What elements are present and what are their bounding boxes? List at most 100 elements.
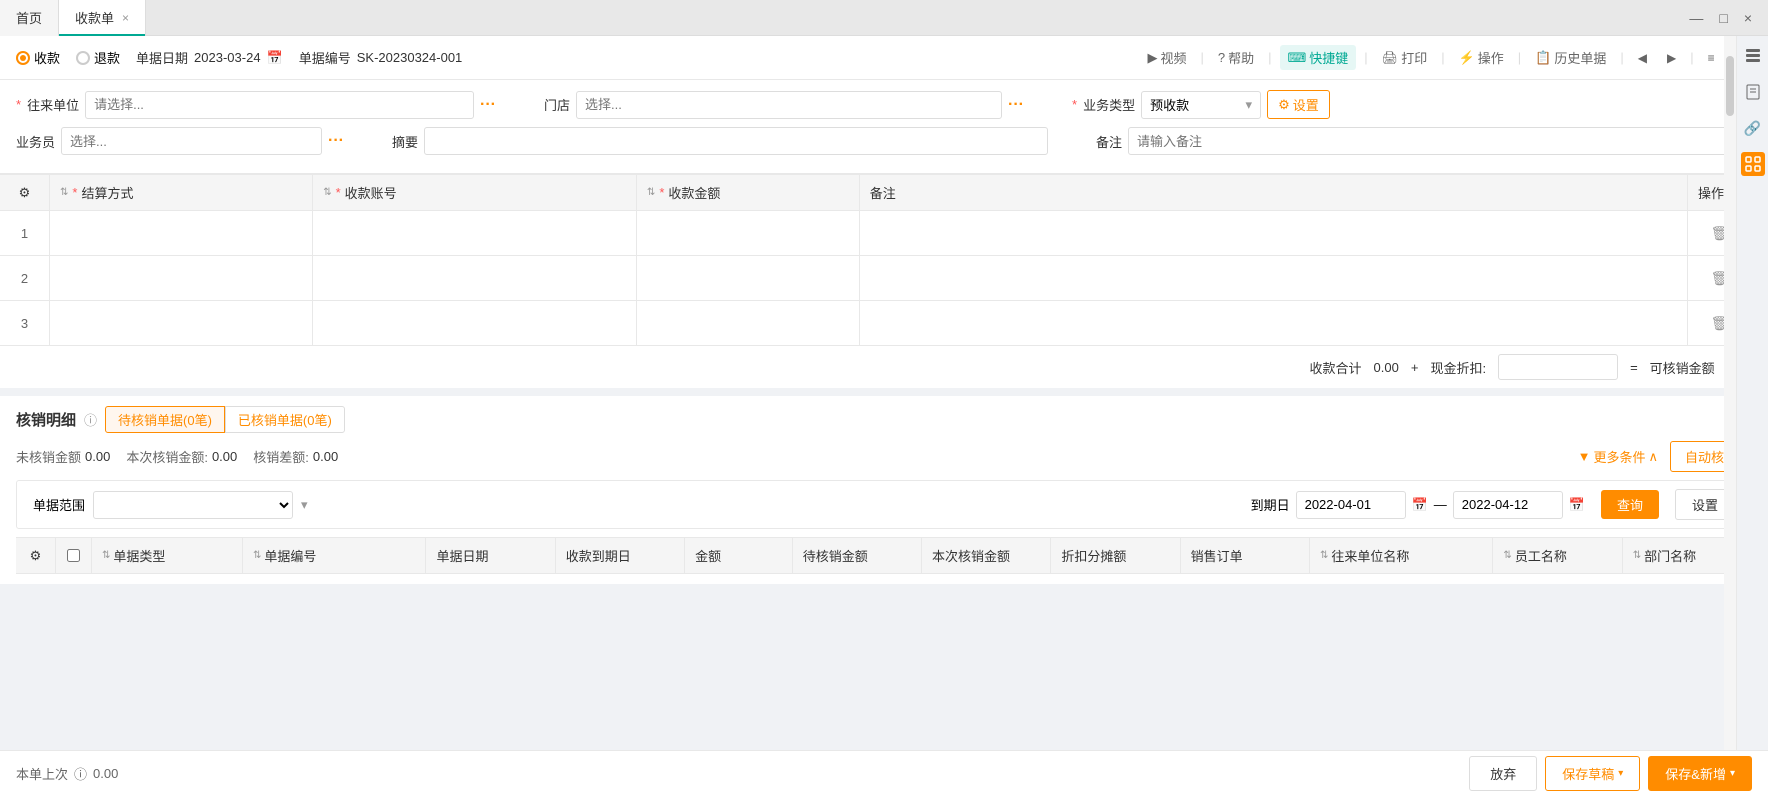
sidebar-scan-icon[interactable] (1741, 152, 1765, 176)
sidebar-doc-icon[interactable] (1741, 80, 1765, 104)
footer-info-icon[interactable]: ⓘ (74, 764, 87, 783)
notes-input[interactable] (1128, 127, 1752, 155)
print-btn[interactable]: 🖨 打印 (1376, 46, 1434, 69)
row-amount-3[interactable] (637, 301, 860, 345)
counterpart-input[interactable] (85, 91, 474, 119)
business-type-value: 预收款 (1150, 95, 1189, 114)
row-remarks-3[interactable] (860, 301, 1688, 345)
calendar-icon[interactable]: 📅 (267, 50, 283, 66)
tab-home[interactable]: 首页 (0, 0, 59, 36)
sep3: | (1364, 50, 1367, 65)
more-conditions-btn[interactable]: ▼ 更多条件 ∧ (1578, 447, 1658, 466)
form-settings-btn[interactable]: ⚙ 设置 (1267, 90, 1330, 119)
scrollbar-thumb[interactable] (1726, 56, 1734, 116)
range-select[interactable] (93, 491, 293, 519)
history-btn[interactable]: 📋 历史单据 (1529, 46, 1612, 69)
info-icon[interactable]: ⓘ (84, 410, 97, 429)
discount-input[interactable] (1498, 354, 1618, 380)
sidebar-table-icon[interactable] (1741, 44, 1765, 68)
business-type-select[interactable]: 预收款 ▾ (1141, 91, 1261, 119)
row-amount-2[interactable] (637, 256, 860, 300)
summary-field: 摘要 (392, 127, 1048, 155)
salesperson-more-btn[interactable]: ··· (328, 132, 344, 150)
store-field: 门店 ··· (544, 91, 1024, 119)
date-to-input[interactable] (1453, 491, 1563, 519)
date-label: 单据日期 (136, 48, 188, 67)
number-value: SK-20230324-001 (357, 50, 463, 65)
row-account-1[interactable] (313, 211, 637, 255)
payment-type-group: 收款 退款 (16, 48, 120, 67)
total-label: 收款合计 (1310, 358, 1362, 377)
pending-tab[interactable]: 待核销单据(0笔) (105, 406, 225, 433)
salesperson-label: 业务员 (16, 132, 55, 151)
radio-collection[interactable]: 收款 (16, 48, 60, 67)
row-remarks-1[interactable] (860, 211, 1688, 255)
row-settlement-3[interactable] (50, 301, 313, 345)
sep5: | (1518, 50, 1521, 65)
toolbar: 收款 退款 单据日期 2023-03-24 📅 单据编号 SK-20230324… (0, 36, 1768, 80)
radio-refund[interactable]: 退款 (76, 48, 120, 67)
th-settings[interactable]: ⚙ (0, 175, 50, 210)
bth-settings[interactable]: ⚙ (16, 538, 56, 573)
minimize-btn[interactable]: — (1685, 10, 1707, 26)
available-label: 可核销金额 (1650, 358, 1715, 377)
store-more-btn[interactable]: ··· (1008, 96, 1024, 114)
save-new-btn[interactable]: 保存&新增 ▾ (1648, 756, 1752, 791)
row-account-3[interactable] (313, 301, 637, 345)
sidebar-attach-icon[interactable]: 🔗 (1741, 116, 1765, 140)
video-btn[interactable]: ▶ 视频 (1141, 46, 1192, 69)
section-title: 核销明细 ⓘ 待核销单据(0笔) 已核销单据(0笔) (16, 406, 1752, 433)
row-settlement-2[interactable] (50, 256, 313, 300)
row-remarks-2[interactable] (860, 256, 1688, 300)
right-sidebar: 🔗 (1736, 36, 1768, 750)
row-settlement-1[interactable] (50, 211, 313, 255)
calendar-icon-from[interactable]: 📅 (1412, 497, 1428, 513)
maximize-btn[interactable]: □ (1715, 10, 1731, 26)
this-check-stat: 本次核销金额: 0.00 (126, 447, 237, 466)
diff-label: 核销差额: (253, 447, 309, 466)
store-input[interactable] (576, 91, 1002, 119)
sort-icon: ⇅ (323, 187, 331, 198)
radio-collection-dot (16, 51, 30, 65)
query-btn[interactable]: 查询 (1601, 490, 1659, 519)
tab-collection[interactable]: 收款单 × (59, 0, 146, 36)
verification-title: 核销明细 (16, 409, 76, 430)
prev-btn[interactable]: ◀ (1632, 49, 1653, 67)
row-amount-1[interactable] (637, 211, 860, 255)
bth-this: 本次核销金额 (922, 538, 1051, 573)
main-table: ⚙ ⇅ * 结算方式 ⇅ * 收款账号 ⇅ * 收款金额 备注 操作 1 (0, 174, 1768, 392)
sep4: | (1441, 50, 1444, 65)
footer-actions: 放弃 保存草稿 ▾ 保存&新增 ▾ (1469, 756, 1752, 791)
row-account-2[interactable] (313, 256, 637, 300)
bth-type: ⇅ 单据类型 (92, 538, 243, 573)
tab-home-label: 首页 (16, 8, 42, 27)
scrollbar[interactable] (1724, 36, 1736, 750)
abandon-btn[interactable]: 放弃 (1469, 756, 1537, 791)
done-tab[interactable]: 已核销单据(0笔) (225, 406, 345, 433)
date-from-input[interactable] (1296, 491, 1406, 519)
salesperson-input[interactable] (61, 127, 322, 155)
select-all-checkbox[interactable] (67, 549, 80, 562)
summary-input[interactable] (424, 127, 1048, 155)
sep1: | (1200, 50, 1203, 65)
required-star-col: * (336, 185, 341, 200)
unchecked-label: 未核销金额 (16, 447, 81, 466)
shortcut-btn[interactable]: ⌨ 快捷键 (1280, 45, 1357, 70)
counterpart-more-btn[interactable]: ··· (480, 96, 496, 114)
save-draft-btn[interactable]: 保存草稿 ▾ (1545, 756, 1640, 791)
counterpart-field: * 往来单位 ··· (16, 91, 496, 119)
close-window-btn[interactable]: × (1740, 10, 1756, 26)
number-field: 单据编号 SK-20230324-001 (299, 48, 463, 67)
date-range: 到期日 📅 — 📅 (1251, 491, 1585, 519)
calendar-icon-to[interactable]: 📅 (1569, 497, 1585, 513)
close-icon[interactable]: × (122, 11, 129, 25)
counterpart-label: 往来单位 (27, 95, 79, 114)
tab-bar: 首页 收款单 × — □ × (0, 0, 1768, 36)
next-btn[interactable]: ▶ (1661, 49, 1682, 67)
bth-pending: 待核销金额 (793, 538, 922, 573)
business-type-field: * 业务类型 预收款 ▾ ⚙ 设置 (1072, 90, 1372, 119)
operation-btn[interactable]: ⚡ 操作 (1453, 46, 1510, 69)
layout-icon[interactable]: ≡ (1702, 49, 1721, 67)
help-btn[interactable]: ? 帮助 (1212, 46, 1260, 69)
form-row-1: * 往来单位 ··· 门店 ··· * 业务类型 预收款 ▾ ⚙ 设置 (16, 90, 1752, 119)
